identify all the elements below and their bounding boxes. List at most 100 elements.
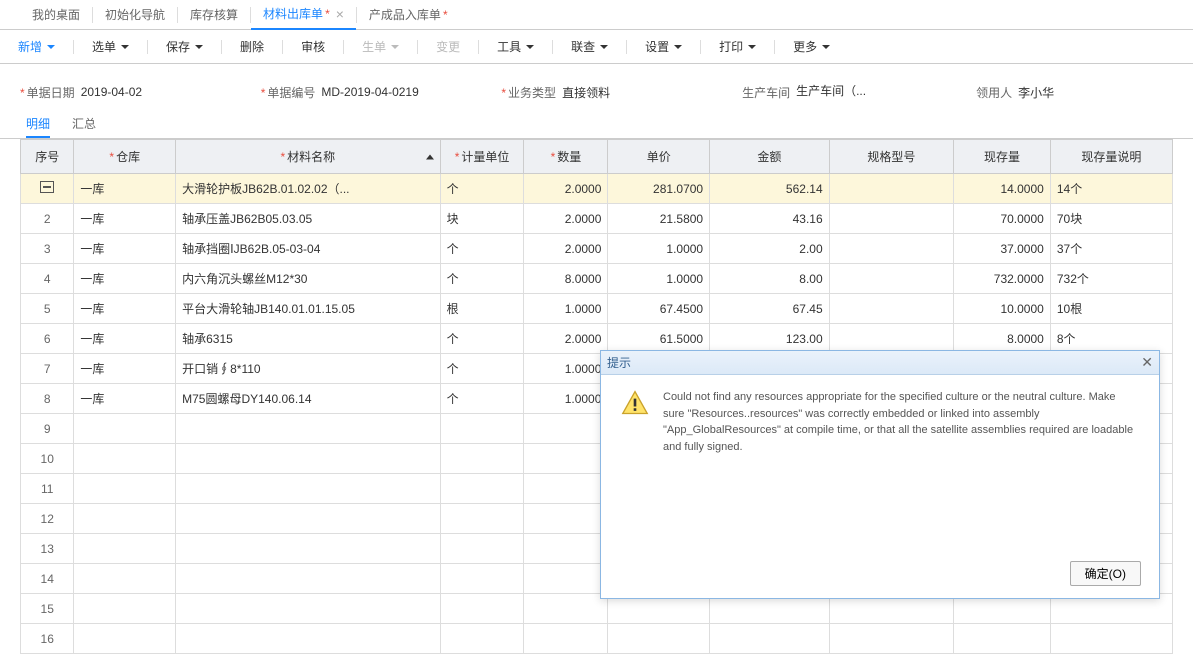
col-stock[interactable]: 现存量: [954, 140, 1051, 174]
cell-stock[interactable]: 70.0000: [954, 204, 1051, 234]
cell-qty[interactable]: 1.0000: [524, 294, 608, 324]
col-unit[interactable]: *计量单位: [440, 140, 524, 174]
tab-stock-calc[interactable]: 库存核算: [178, 0, 250, 30]
cell-amount[interactable]: 2.00: [710, 234, 830, 264]
col-spec[interactable]: 规格型号: [829, 140, 954, 174]
cell-spec[interactable]: [829, 234, 954, 264]
cell-warehouse[interactable]: [74, 564, 176, 594]
cell-stock-desc[interactable]: 14个: [1050, 174, 1172, 204]
cell-qty[interactable]: [524, 474, 608, 504]
cell-stock[interactable]: 732.0000: [954, 264, 1051, 294]
cell-warehouse[interactable]: 一库: [74, 324, 176, 354]
table-row[interactable]: 2一库轴承压盖JB62B05.03.05块2.000021.580043.167…: [21, 204, 1173, 234]
col-warehouse[interactable]: *仓库: [74, 140, 176, 174]
cell-qty[interactable]: 2.0000: [524, 174, 608, 204]
cell-qty[interactable]: [524, 624, 608, 654]
cell-unit[interactable]: [440, 624, 524, 654]
cell-amount[interactable]: 123.00: [710, 324, 830, 354]
cell-warehouse[interactable]: [74, 534, 176, 564]
cell-stock[interactable]: 14.0000: [954, 174, 1051, 204]
biz-type-field[interactable]: 直接领料: [562, 84, 672, 101]
cell-amount[interactable]: [710, 624, 830, 654]
cell-qty[interactable]: 1.0000: [524, 354, 608, 384]
cell-price[interactable]: 61.5000: [608, 324, 710, 354]
cell-price[interactable]: 1.0000: [608, 264, 710, 294]
cell-stock-desc[interactable]: 37个: [1050, 234, 1172, 264]
cell-material-name[interactable]: 平台大滑轮轴JB140.01.01.15.05: [176, 294, 440, 324]
cell-amount[interactable]: 8.00: [710, 264, 830, 294]
cell-unit[interactable]: 个: [440, 264, 524, 294]
cell-unit[interactable]: 根: [440, 294, 524, 324]
cell-stock-desc[interactable]: 70块: [1050, 204, 1172, 234]
cell-warehouse[interactable]: [74, 414, 176, 444]
tools-button[interactable]: 工具: [497, 38, 534, 55]
cell-warehouse[interactable]: 一库: [74, 204, 176, 234]
cell-stock[interactable]: 10.0000: [954, 294, 1051, 324]
tab-desktop[interactable]: 我的桌面: [20, 0, 92, 30]
cell-unit[interactable]: [440, 474, 524, 504]
cell-material-name[interactable]: 开口销∮8*110: [176, 354, 440, 384]
cell-qty[interactable]: 2.0000: [524, 324, 608, 354]
cell-spec[interactable]: [829, 264, 954, 294]
cell-qty[interactable]: 2.0000: [524, 204, 608, 234]
more-button[interactable]: 更多: [793, 38, 830, 55]
cell-qty[interactable]: 1.0000: [524, 384, 608, 414]
cell-stock-desc[interactable]: [1050, 624, 1172, 654]
cell-qty[interactable]: [524, 564, 608, 594]
cell-spec[interactable]: [829, 324, 954, 354]
doc-no-field[interactable]: MD-2019-04-0219: [321, 85, 431, 99]
cell-qty[interactable]: 8.0000: [524, 264, 608, 294]
cell-unit[interactable]: 个: [440, 324, 524, 354]
cell-material-name[interactable]: [176, 414, 440, 444]
cell-warehouse[interactable]: [74, 474, 176, 504]
print-button[interactable]: 打印: [719, 38, 756, 55]
cell-unit[interactable]: 块: [440, 204, 524, 234]
cell-material-name[interactable]: [176, 474, 440, 504]
table-row[interactable]: 一库大滑轮护板JB62B.01.02.02（...个2.0000281.0700…: [21, 174, 1173, 204]
cell-spec[interactable]: [829, 294, 954, 324]
close-icon[interactable]: ✕: [1141, 354, 1153, 371]
cell-material-name[interactable]: M75圆螺母DY140.06.14: [176, 384, 440, 414]
cell-material-name[interactable]: 内六角沉头螺丝M12*30: [176, 264, 440, 294]
cell-unit[interactable]: 个: [440, 354, 524, 384]
joint-query-button[interactable]: 联查: [571, 38, 608, 55]
table-row[interactable]: 6一库轴承6315个2.000061.5000123.008.00008个: [21, 324, 1173, 354]
cell-unit[interactable]: [440, 444, 524, 474]
receiver-field[interactable]: 李小华: [1018, 84, 1128, 101]
cell-price[interactable]: 1.0000: [608, 234, 710, 264]
cell-stock-desc[interactable]: 8个: [1050, 324, 1172, 354]
cell-qty[interactable]: [524, 594, 608, 624]
col-material-name[interactable]: *材料名称: [176, 140, 440, 174]
date-field[interactable]: 2019-04-02: [81, 85, 191, 99]
cell-stock[interactable]: 8.0000: [954, 324, 1051, 354]
cell-stock-desc[interactable]: 732个: [1050, 264, 1172, 294]
cell-spec[interactable]: [829, 624, 954, 654]
cell-warehouse[interactable]: [74, 594, 176, 624]
cell-material-name[interactable]: [176, 594, 440, 624]
cell-qty[interactable]: 2.0000: [524, 234, 608, 264]
cell-price[interactable]: 67.4500: [608, 294, 710, 324]
cell-spec[interactable]: [829, 174, 954, 204]
dialog-titlebar[interactable]: 提示 ✕: [601, 351, 1159, 375]
table-row[interactable]: 3一库轴承挡圈ⅠJB62B.05-03-04个2.00001.00002.003…: [21, 234, 1173, 264]
cell-unit[interactable]: [440, 594, 524, 624]
cell-warehouse[interactable]: 一库: [74, 294, 176, 324]
close-icon[interactable]: ×: [336, 0, 344, 29]
cell-amount[interactable]: 43.16: [710, 204, 830, 234]
cell-material-name[interactable]: 轴承6315: [176, 324, 440, 354]
cell-unit[interactable]: [440, 564, 524, 594]
cell-warehouse[interactable]: [74, 504, 176, 534]
col-index[interactable]: 序号: [21, 140, 74, 174]
cell-warehouse[interactable]: 一库: [74, 234, 176, 264]
cell-warehouse[interactable]: 一库: [74, 354, 176, 384]
col-qty[interactable]: *数量: [524, 140, 608, 174]
select-order-button[interactable]: 选单: [92, 38, 129, 55]
workshop-field[interactable]: 生产车间（...: [796, 82, 906, 102]
table-row[interactable]: 5一库平台大滑轮轴JB140.01.01.15.05根1.000067.4500…: [21, 294, 1173, 324]
cell-material-name[interactable]: 大滑轮护板JB62B.01.02.02（...: [176, 174, 440, 204]
cell-price[interactable]: 21.5800: [608, 204, 710, 234]
cell-qty[interactable]: [524, 414, 608, 444]
table-row[interactable]: 4一库内六角沉头螺丝M12*30个8.00001.00008.00732.000…: [21, 264, 1173, 294]
cell-unit[interactable]: [440, 534, 524, 564]
tab-material-out[interactable]: 材料出库单* ×: [251, 0, 356, 30]
